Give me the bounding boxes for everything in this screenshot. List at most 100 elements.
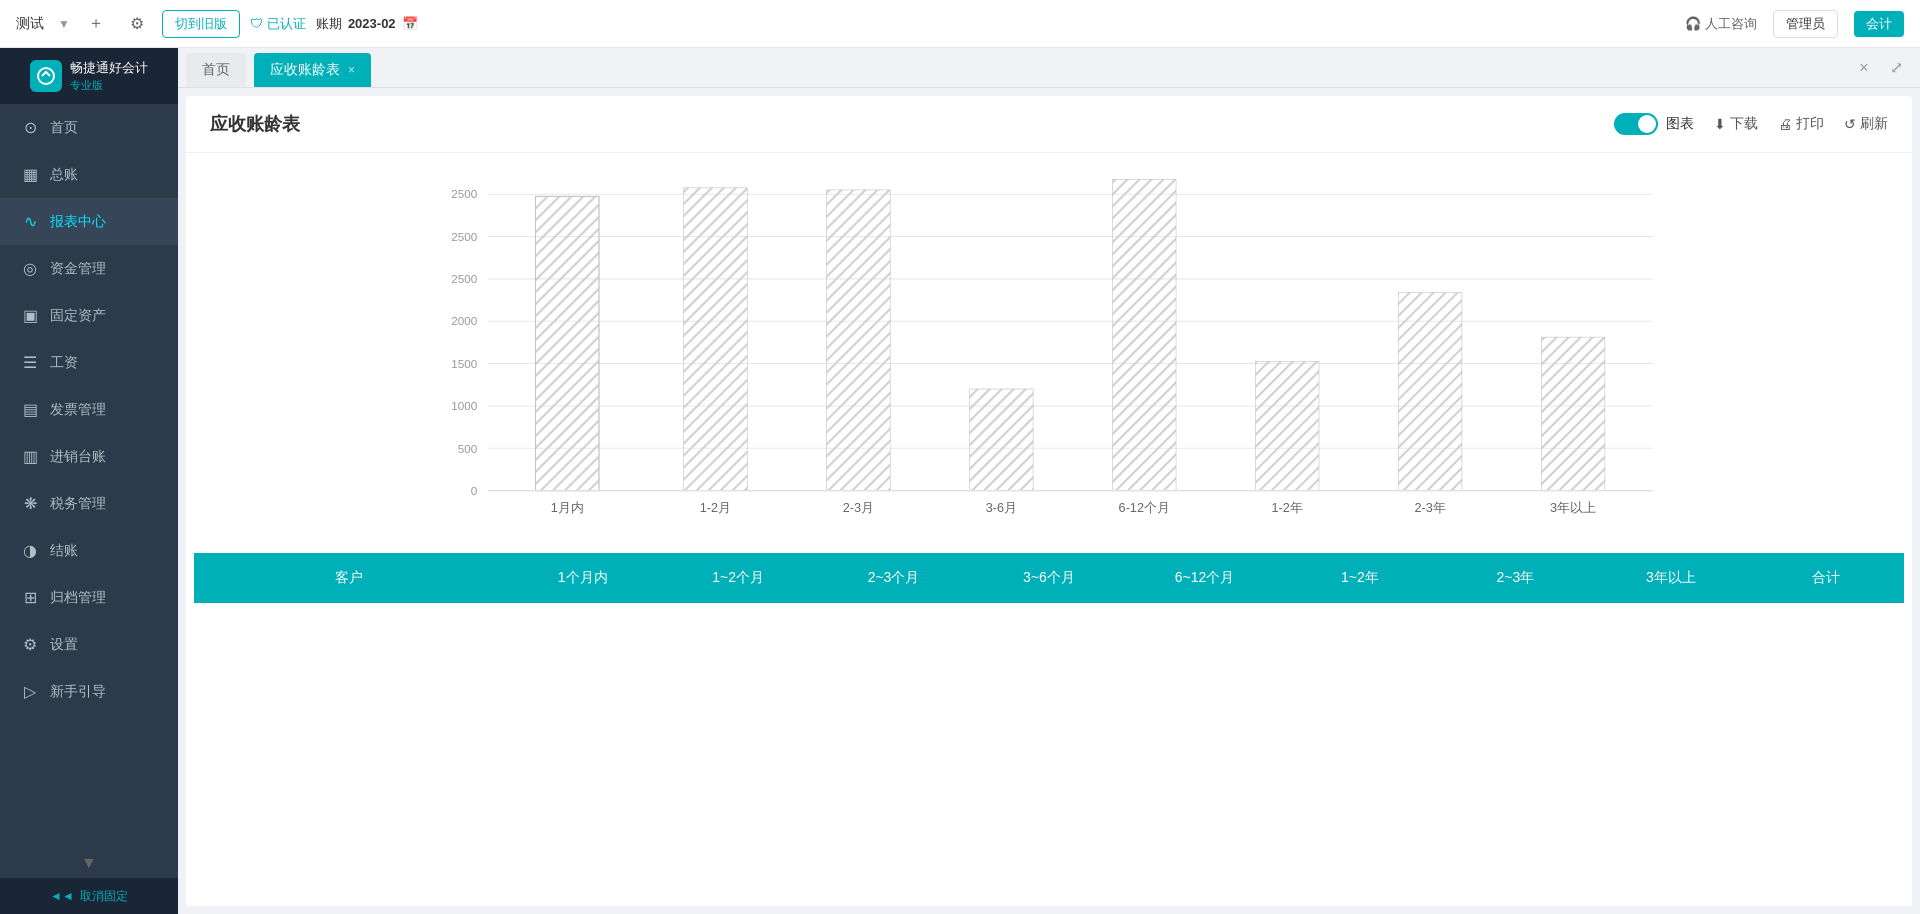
nav-icon: ▥ — [20, 447, 40, 466]
report-container: 应收账龄表 图表 ⬇ 下载 🖨 打印 — [186, 96, 1912, 906]
nav-icon: ▷ — [20, 682, 40, 701]
chart-area: 2500 2500 2500 2000 1500 1000 500 0 — [186, 153, 1912, 553]
svg-rect-20 — [684, 188, 748, 491]
th-2: 1~2个月 — [660, 553, 815, 603]
manager-btn[interactable]: 管理员 — [1773, 10, 1838, 38]
sidebar-item-label: 报表中心 — [50, 213, 106, 231]
svg-text:3年以上: 3年以上 — [1550, 501, 1596, 515]
svg-text:2500: 2500 — [451, 272, 477, 285]
sidebar-item-label: 资金管理 — [50, 260, 106, 278]
logo-text-block: 畅捷通好会计 专业版 — [70, 59, 148, 92]
sidebar-item-label: 新手引导 — [50, 683, 106, 701]
svg-text:1000: 1000 — [451, 399, 477, 412]
expand-tab-btn[interactable]: ⤢ — [1884, 56, 1908, 80]
svg-text:1月内: 1月内 — [551, 501, 584, 515]
service-btn[interactable]: 🎧 人工咨询 — [1685, 15, 1757, 33]
table-area: 客户1个月内1~2个月2~3个月3~6个月6~12个月1~2年2~3年3年以上合… — [194, 553, 1904, 603]
chart-label: 图表 — [1666, 115, 1694, 133]
svg-text:3-6月: 3-6月 — [986, 501, 1017, 515]
calendar-icon[interactable]: 📅 — [402, 16, 418, 31]
sidebar-item-label: 设置 — [50, 636, 78, 654]
svg-text:500: 500 — [458, 442, 478, 455]
print-btn[interactable]: 🖨 打印 — [1778, 115, 1824, 133]
header-right: 🎧 人工咨询 管理员 会计 — [1685, 10, 1904, 38]
cancel-fixed-btn[interactable]: ◄◄ 取消固定 — [0, 878, 178, 914]
scroll-down-indicator[interactable]: ▼ — [0, 848, 178, 878]
nav-icon: ▦ — [20, 165, 40, 184]
svg-rect-25 — [1398, 293, 1462, 491]
tab-close-icon[interactable]: × — [348, 63, 355, 77]
th-0: 客户 — [194, 553, 505, 603]
svg-rect-23 — [1113, 179, 1177, 490]
nav-icon: ◑ — [20, 541, 40, 560]
th-7: 2~3年 — [1438, 553, 1593, 603]
nav-icon: ☰ — [20, 353, 40, 372]
th-8: 3年以上 — [1593, 553, 1748, 603]
settings-icon[interactable]: ⚙ — [122, 10, 152, 37]
svg-rect-19 — [535, 196, 599, 490]
company-dropdown-icon[interactable]: ▼ — [58, 17, 70, 31]
svg-text:2500: 2500 — [451, 230, 477, 243]
svg-text:1-2年: 1-2年 — [1272, 501, 1303, 515]
svg-text:2000: 2000 — [451, 314, 477, 327]
tab-home[interactable]: 首页 — [186, 53, 246, 87]
sidebar-item-进销台账[interactable]: ▥ 进销台账 — [0, 433, 178, 480]
svg-text:1-2月: 1-2月 — [700, 501, 731, 515]
main-container: 畅捷通好会计 专业版 ⊙ 首页 ▦ 总账 ∿ 报表中心 ◎ 资金管理 ▣ 固定资… — [0, 48, 1920, 914]
chart-toggle[interactable] — [1614, 113, 1658, 135]
th-1: 1个月内 — [505, 553, 660, 603]
switch-old-btn[interactable]: 切到旧版 — [162, 10, 240, 38]
svg-rect-22 — [970, 389, 1034, 491]
table-header: 客户1个月内1~2个月2~3个月3~6个月6~12个月1~2年2~3年3年以上合… — [194, 553, 1904, 603]
period-info: 账期 2023-02 📅 — [316, 15, 418, 33]
page-content: 应收账龄表 图表 ⬇ 下载 🖨 打印 — [178, 88, 1920, 914]
sidebar-item-发票管理[interactable]: ▤ 发票管理 — [0, 386, 178, 433]
role-btn[interactable]: 会计 — [1854, 11, 1904, 37]
sidebar-item-税务管理[interactable]: ❋ 税务管理 — [0, 480, 178, 527]
sidebar-logo: 畅捷通好会计 专业版 — [0, 48, 178, 104]
sidebar-item-固定资产[interactable]: ▣ 固定资产 — [0, 292, 178, 339]
th-6: 1~2年 — [1282, 553, 1437, 603]
download-btn[interactable]: ⬇ 下载 — [1714, 115, 1758, 133]
sidebar: 畅捷通好会计 专业版 ⊙ 首页 ▦ 总账 ∿ 报表中心 ◎ 资金管理 ▣ 固定资… — [0, 48, 178, 914]
sidebar-item-归档管理[interactable]: ⊞ 归档管理 — [0, 574, 178, 621]
refresh-icon: ↺ — [1844, 116, 1856, 132]
content-area: 首页 应收账龄表 × × ⤢ 应收账龄表 图表 — [178, 48, 1920, 914]
tab-actions: × ⤢ — [1852, 56, 1908, 80]
report-actions: 图表 ⬇ 下载 🖨 打印 ↺ 刷新 — [1614, 113, 1888, 135]
th-9: 合计 — [1749, 553, 1904, 603]
svg-rect-24 — [1255, 361, 1319, 490]
top-header: 测试 ▼ ＋ ⚙ 切到旧版 🛡 已认证 账期 2023-02 📅 🎧 人工咨询 … — [0, 0, 1920, 48]
sidebar-item-设置[interactable]: ⚙ 设置 — [0, 621, 178, 668]
close-tab-btn[interactable]: × — [1852, 56, 1876, 80]
sidebar-item-label: 工资 — [50, 354, 78, 372]
sidebar-item-label: 发票管理 — [50, 401, 106, 419]
sidebar-item-资金管理[interactable]: ◎ 资金管理 — [0, 245, 178, 292]
sidebar-item-报表中心[interactable]: ∿ 报表中心 — [0, 198, 178, 245]
sidebar-item-总账[interactable]: ▦ 总账 — [0, 151, 178, 198]
tab-accounts-aging[interactable]: 应收账龄表 × — [254, 53, 371, 87]
sidebar-item-label: 总账 — [50, 166, 78, 184]
download-icon: ⬇ — [1714, 116, 1726, 132]
shield-icon: 🛡 — [250, 16, 263, 31]
th-5: 6~12个月 — [1127, 553, 1282, 603]
chart-toggle-container: 图表 — [1614, 113, 1694, 135]
sidebar-nav: ⊙ 首页 ▦ 总账 ∿ 报表中心 ◎ 资金管理 ▣ 固定资产 ☰ 工资 ▤ 发票… — [0, 104, 178, 848]
sidebar-item-新手引导[interactable]: ▷ 新手引导 — [0, 668, 178, 715]
refresh-btn[interactable]: ↺ 刷新 — [1844, 115, 1888, 133]
print-icon: 🖨 — [1778, 116, 1792, 132]
nav-icon: ❋ — [20, 494, 40, 513]
header-left: 测试 ▼ ＋ ⚙ 切到旧版 🛡 已认证 账期 2023-02 📅 — [16, 9, 1685, 38]
sidebar-item-label: 固定资产 — [50, 307, 106, 325]
sidebar-item-工资[interactable]: ☰ 工资 — [0, 339, 178, 386]
nav-icon: ◎ — [20, 259, 40, 278]
nav-icon: ▤ — [20, 400, 40, 419]
headset-icon: 🎧 — [1685, 16, 1701, 31]
verified-badge: 🛡 已认证 — [250, 15, 306, 33]
nav-icon: ▣ — [20, 306, 40, 325]
nav-icon: ⚙ — [20, 635, 40, 654]
sidebar-item-首页[interactable]: ⊙ 首页 — [0, 104, 178, 151]
sidebar-item-结账[interactable]: ◑ 结账 — [0, 527, 178, 574]
add-company-icon[interactable]: ＋ — [80, 9, 112, 38]
svg-text:6-12个月: 6-12个月 — [1119, 501, 1170, 515]
